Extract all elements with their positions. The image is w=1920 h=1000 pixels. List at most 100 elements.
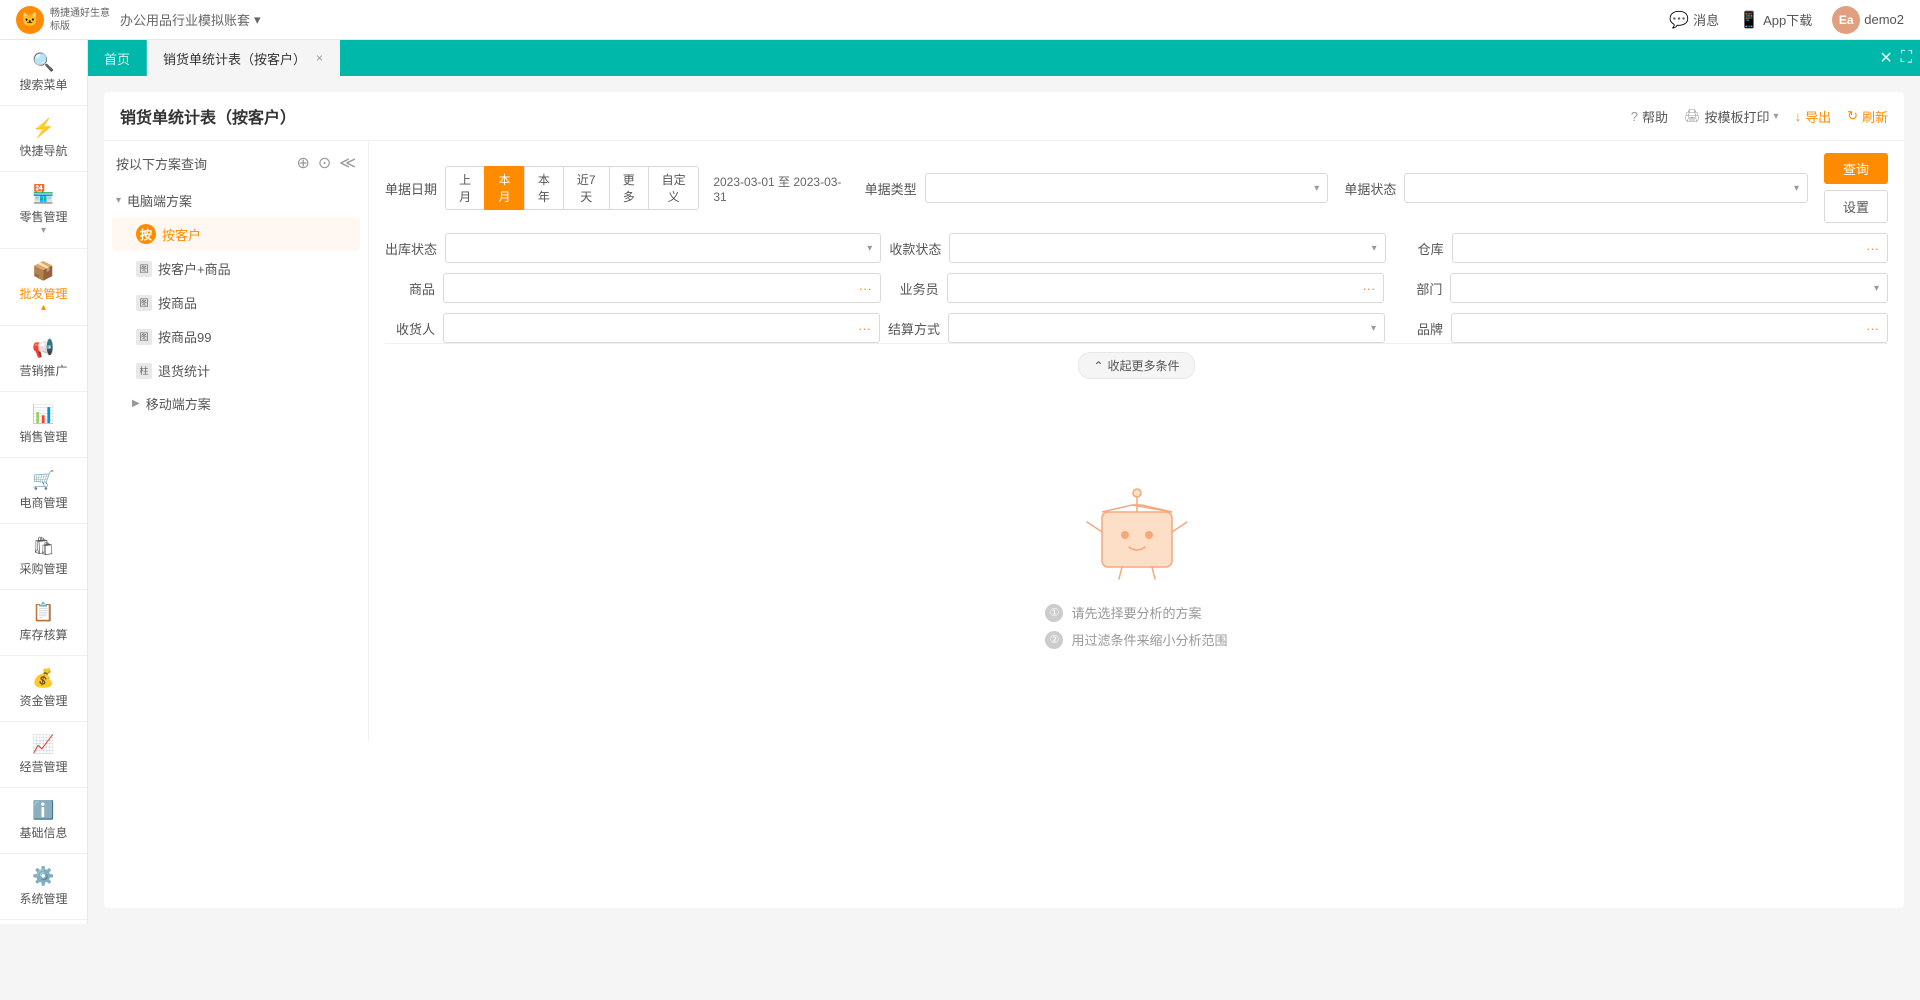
warehouse-select[interactable]: ··· [1452,233,1888,263]
collapse-row: ⌃ 收起更多条件 [385,343,1888,387]
tab-close-icon[interactable]: × [316,51,323,65]
help-button[interactable]: ? 帮助 [1631,107,1668,126]
settings-scheme-button[interactable]: ⊙ [318,153,331,173]
tree-item-return-stats[interactable]: 柱 退货统计 [112,354,360,387]
receipt-status-label: 收款状态 [889,239,941,258]
header-right: 💬 消息 📱 App下载 Ea demo2 [1669,6,1904,34]
sidebar-item-purchase[interactable]: 🛍 采购管理 [0,524,87,590]
dept-select[interactable]: ▾ [1450,273,1888,303]
refresh-button[interactable]: ↻ 刷新 [1847,107,1888,126]
collapse-panel-button[interactable]: ≪ [339,153,356,173]
tab-home[interactable]: 首页 [88,40,147,76]
date-btn-custom[interactable]: 自定义 [648,166,699,210]
retail-expand-icon: ▾ [41,225,46,236]
out-status-dropdown-icon: ▾ [867,243,872,254]
tab-close-window-icon[interactable]: ✕ [1879,48,1892,68]
tree-item-by-goods-label: 按商品 [158,293,352,312]
sidebar-item-operations[interactable]: 📈 经营管理 [0,722,87,788]
sidebar-item-sys-mgmt[interactable]: ⚙️ 系统管理 [0,854,87,920]
empty-tip-2-text: 用过滤条件来缩小分析范围 [1071,630,1227,649]
tree-item-by-goods[interactable]: 图 按商品 [112,286,360,319]
sidebar-item-sales[interactable]: 📊 销售管理 [0,392,87,458]
print-button[interactable]: 🖨 按模板打印 ▾ [1684,107,1779,126]
salesperson-select[interactable]: ··· [947,273,1385,303]
sidebar-item-wholesale-label: 批发管理 [19,285,67,302]
settings-button[interactable]: 设置 [1824,190,1888,223]
filter-row-4: 收货人 ··· 结算方式 ▾ 品牌 ··· [385,313,1888,343]
goods-label: 商品 [385,279,435,298]
date-btn-this-year[interactable]: 本年 [524,166,563,210]
collapse-label: 收起更多条件 [1108,357,1180,374]
out-status-select[interactable]: ▾ [445,233,881,263]
sidebar-item-wholesale[interactable]: 📦 批发管理 ▴ [0,249,87,326]
empty-state: ① 请先选择要分析的方案 ② 用过滤条件来缩小分析范围 [385,387,1888,729]
collapse-button[interactable]: ⌃ 收起更多条件 [1078,352,1194,379]
sidebar-item-inventory[interactable]: 📋 库存核算 [0,590,87,656]
receipt-status-dropdown-icon: ▾ [1372,243,1377,254]
sidebar-item-finance-label: 资金管理 [19,692,67,709]
pc-section-arrow: ▾ [116,195,121,206]
pc-section-header[interactable]: ▾ 电脑端方案 [112,185,360,216]
content-body: 按以下方案查询 ⊕ ⊙ ≪ ▾ 电脑端方案 按 按客户 [104,141,1904,741]
order-type-select[interactable]: ▾ [925,173,1329,203]
sidebar-item-finance[interactable]: 💰 资金管理 [0,656,87,722]
sidebar-item-base-info[interactable]: ℹ️ 基础信息 [0,788,87,854]
wholesale-icon: 📦 [32,261,54,282]
date-btn-more[interactable]: 更多 [609,166,648,210]
settlement-select[interactable]: ▾ [948,313,1385,343]
panel-header-title: 按以下方案查询 [116,154,207,173]
settlement-dropdown-icon: ▾ [1371,323,1376,334]
app-download-button[interactable]: 📱 App下载 [1739,10,1812,30]
tree-item-by-customer[interactable]: 按 按客户 [112,217,360,251]
out-status-label: 出库状态 [385,239,437,258]
consignee-select[interactable]: ··· [443,313,880,343]
tree-item-by-goods-99[interactable]: 图 按商品99 [112,320,360,353]
marketing-icon: 📢 [32,338,54,359]
tab-bar-right: ✕ ⛶ [1879,48,1920,68]
add-scheme-button[interactable]: ⊕ [296,153,309,173]
message-label: 消息 [1693,10,1719,29]
sidebar-item-retail[interactable]: 🏪 零售管理 ▾ [0,172,87,249]
print-icon: 🖨 [1684,108,1701,124]
page-actions: ? 帮助 🖨 按模板打印 ▾ ↓ 导出 ↻ 刷新 [1631,107,1888,126]
order-status-select[interactable]: ▾ [1404,173,1808,203]
sidebar-item-sales-label: 销售管理 [19,428,67,445]
refresh-label: 刷新 [1862,107,1888,126]
sales-icon: 📊 [32,404,54,425]
sidebar-item-quick-nav[interactable]: ⚡ 快捷导航 [0,106,87,172]
user-profile[interactable]: Ea demo2 [1832,6,1904,34]
date-btn-this-month[interactable]: 本月 [484,166,523,210]
tree-item-by-customer-goods[interactable]: 图 按客户+商品 [112,252,360,285]
receipt-status-select[interactable]: ▾ [949,233,1385,263]
sidebar-item-enterprise-collab[interactable]: 🤝 企业协同 [0,920,87,924]
by-goods-99-icon: 图 [136,329,152,345]
sidebar-item-sys-mgmt-label: 系统管理 [19,890,67,907]
brand-select[interactable]: ··· [1451,313,1888,343]
sidebar: 🔍 搜索菜单 ⚡ 快捷导航 🏪 零售管理 ▾ 📦 批发管理 ▴ 📢 营销推广 📊… [0,40,88,924]
tip-num-1: ① [1045,604,1063,622]
mobile-section[interactable]: ▶ 移动端方案 [112,388,360,419]
print-dropdown-icon: ▾ [1774,111,1779,122]
goods-select[interactable]: ··· [443,273,881,303]
brand-dots: ··· [1866,321,1879,336]
sidebar-item-search-menu[interactable]: 🔍 搜索菜单 [0,40,87,106]
sidebar-item-marketing[interactable]: 📢 营销推广 [0,326,87,392]
header-left: 🐱 畅捷通好生意 标版 办公用品行业模拟账套 ▾ [16,6,261,34]
sidebar-item-ecommerce[interactable]: 🛒 电商管理 [0,458,87,524]
page-title: 销货单统计表（按客户） [120,104,296,128]
header-title[interactable]: 办公用品行业模拟账套 ▾ [120,10,261,29]
date-btn-7days[interactable]: 近7天 [563,166,609,210]
mobile-section-label: 移动端方案 [146,394,211,413]
right-panel: 单据日期 上月 本月 本年 近7天 更多 自定义 2023-03-01 至 20… [369,141,1904,741]
date-btn-last-month[interactable]: 上月 [445,166,484,210]
message-button[interactable]: 💬 消息 [1669,10,1719,30]
empty-tips: ① 请先选择要分析的方案 ② 用过滤条件来缩小分析范围 [1045,603,1227,649]
query-button[interactable]: 查询 [1824,153,1888,184]
export-label: 导出 [1805,107,1831,126]
consignee-dots: ··· [858,321,871,336]
export-button[interactable]: ↓ 导出 [1795,107,1832,126]
pc-section-label: 电脑端方案 [127,191,192,210]
tab-maximize-icon[interactable]: ⛶ [1901,49,1912,67]
tab-active[interactable]: 销货单统计表（按客户） × [147,40,340,76]
empty-tip-1-text: 请先选择要分析的方案 [1071,603,1201,622]
